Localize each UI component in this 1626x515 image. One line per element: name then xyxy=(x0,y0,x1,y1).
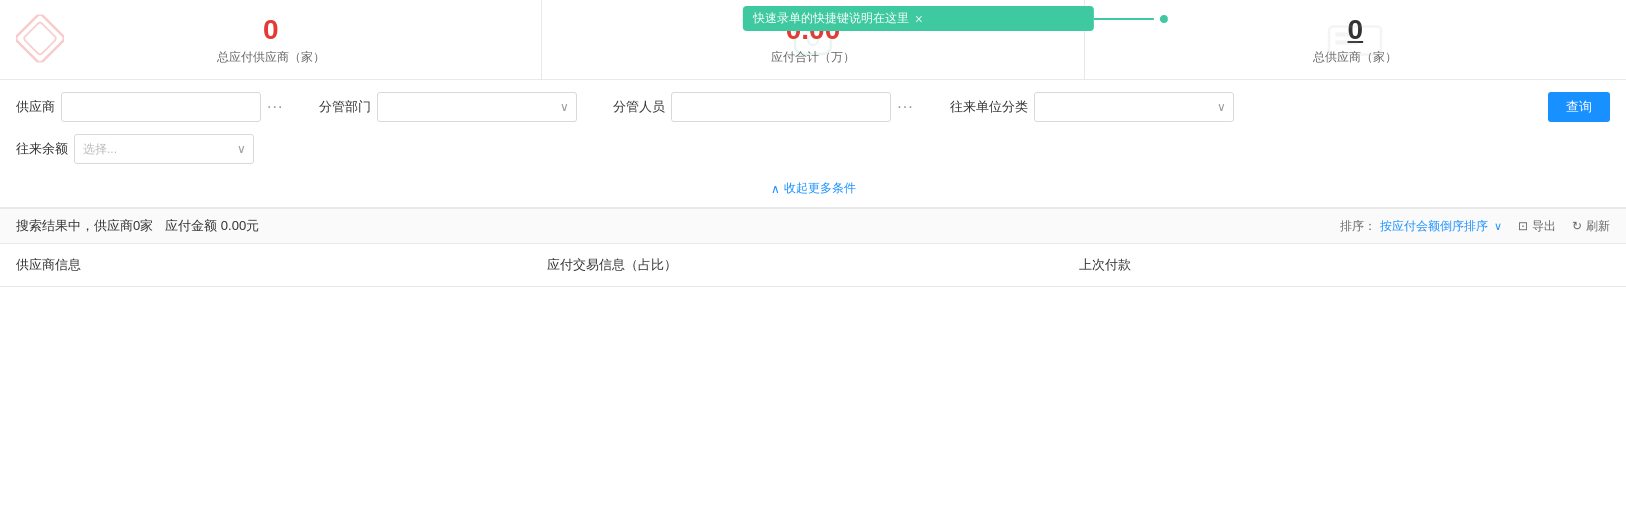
sort-value[interactable]: 按应付会额倒序排序 xyxy=(1380,218,1488,235)
collapse-label: 收起更多条件 xyxy=(784,180,856,197)
total-payable-suppliers-num: 0 xyxy=(263,13,279,47)
person-filter: 分管人员 ··· xyxy=(613,92,913,122)
tooltip-close-btn[interactable]: × xyxy=(915,12,923,26)
summary-card-2: 0.00 应付合计（万） 快速录单的快捷键说明在这里 × xyxy=(542,0,1084,79)
filter-area: 供应商 ··· 分管部门 ∨ 分管人员 ··· 往来单位分类 xyxy=(0,80,1626,208)
summary-bar: 0 总应付供应商（家） 0.00 应付合计（万） 快速录单的快捷键说明在这里 × xyxy=(0,0,1626,80)
department-select-wrapper: ∨ xyxy=(377,92,577,122)
export-icon: ⊡ xyxy=(1518,219,1528,233)
query-button[interactable]: 查询 xyxy=(1548,92,1610,122)
table-body xyxy=(0,287,1626,515)
result-text2: 应付金额 0.00元 xyxy=(165,217,259,235)
table-col-3: 上次付款 xyxy=(1079,256,1610,274)
total-payable-amount-label: 应付合计（万） xyxy=(771,49,855,66)
tooltip-dot xyxy=(1158,13,1170,25)
result-bar: 搜索结果中，供应商0家 应付金额 0.00元 排序： 按应付会额倒序排序 ∨ ⊡… xyxy=(0,208,1626,244)
supplier-dots[interactable]: ··· xyxy=(267,98,283,116)
supplier-input[interactable] xyxy=(61,92,261,122)
total-suppliers-num: 0 xyxy=(1348,13,1364,47)
department-filter: 分管部门 ∨ xyxy=(319,92,577,122)
table-header: 供应商信息 应付交易信息（占比） 上次付款 xyxy=(0,244,1626,287)
total-payable-suppliers-label: 总应付供应商（家） xyxy=(217,49,325,66)
collapse-row: ∧ 收起更多条件 xyxy=(16,176,1610,207)
unit-label: 往来单位分类 xyxy=(950,98,1028,116)
diamond-watermark-icon xyxy=(16,14,64,62)
person-input[interactable] xyxy=(671,92,891,122)
export-label: 导出 xyxy=(1532,218,1556,235)
unit-filter: 往来单位分类 ∨ xyxy=(950,92,1234,122)
shortcut-tooltip: 快速录单的快捷键说明在这里 × xyxy=(743,6,1094,31)
balance-label: 往来余额 xyxy=(16,140,68,158)
sort-label: 排序： xyxy=(1340,218,1376,235)
table-col-2: 应付交易信息（占比） xyxy=(547,256,1078,274)
supplier-label: 供应商 xyxy=(16,98,55,116)
balance-filter: 往来余额 选择... ∨ xyxy=(16,134,254,164)
refresh-icon: ↻ xyxy=(1572,219,1582,233)
summary-card-1: 0 总应付供应商（家） xyxy=(0,0,542,79)
tooltip-text: 快速录单的快捷键说明在这里 xyxy=(753,10,909,27)
person-label: 分管人员 xyxy=(613,98,665,116)
department-select[interactable] xyxy=(377,92,577,122)
unit-select[interactable] xyxy=(1034,92,1234,122)
svg-rect-0 xyxy=(16,14,64,62)
filter-row-1: 供应商 ··· 分管部门 ∨ 分管人员 ··· 往来单位分类 xyxy=(16,92,1610,122)
sort-chevron-icon: ∨ xyxy=(1494,220,1502,233)
table-col-1: 供应商信息 xyxy=(16,256,547,274)
total-suppliers-label: 总供应商（家） xyxy=(1313,49,1397,66)
balance-select[interactable]: 选择... xyxy=(74,134,254,164)
result-text1: 搜索结果中，供应商0家 xyxy=(16,217,153,235)
department-label: 分管部门 xyxy=(319,98,371,116)
person-dots[interactable]: ··· xyxy=(897,98,913,116)
refresh-label: 刷新 xyxy=(1586,218,1610,235)
tooltip-line xyxy=(1096,18,1154,20)
filter-row-2: 往来余额 选择... ∨ xyxy=(16,134,1610,164)
summary-card-3: 0 总供应商（家） xyxy=(1085,0,1626,79)
supplier-filter: 供应商 ··· xyxy=(16,92,283,122)
balance-select-wrapper: 选择... ∨ xyxy=(74,134,254,164)
refresh-button[interactable]: ↻ 刷新 xyxy=(1572,218,1610,235)
collapse-button[interactable]: ∧ 收起更多条件 xyxy=(771,180,856,197)
export-button[interactable]: ⊡ 导出 xyxy=(1518,218,1556,235)
unit-select-wrapper: ∨ xyxy=(1034,92,1234,122)
collapse-up-icon: ∧ xyxy=(771,182,780,196)
table-area: 供应商信息 应付交易信息（占比） 上次付款 xyxy=(0,244,1626,515)
